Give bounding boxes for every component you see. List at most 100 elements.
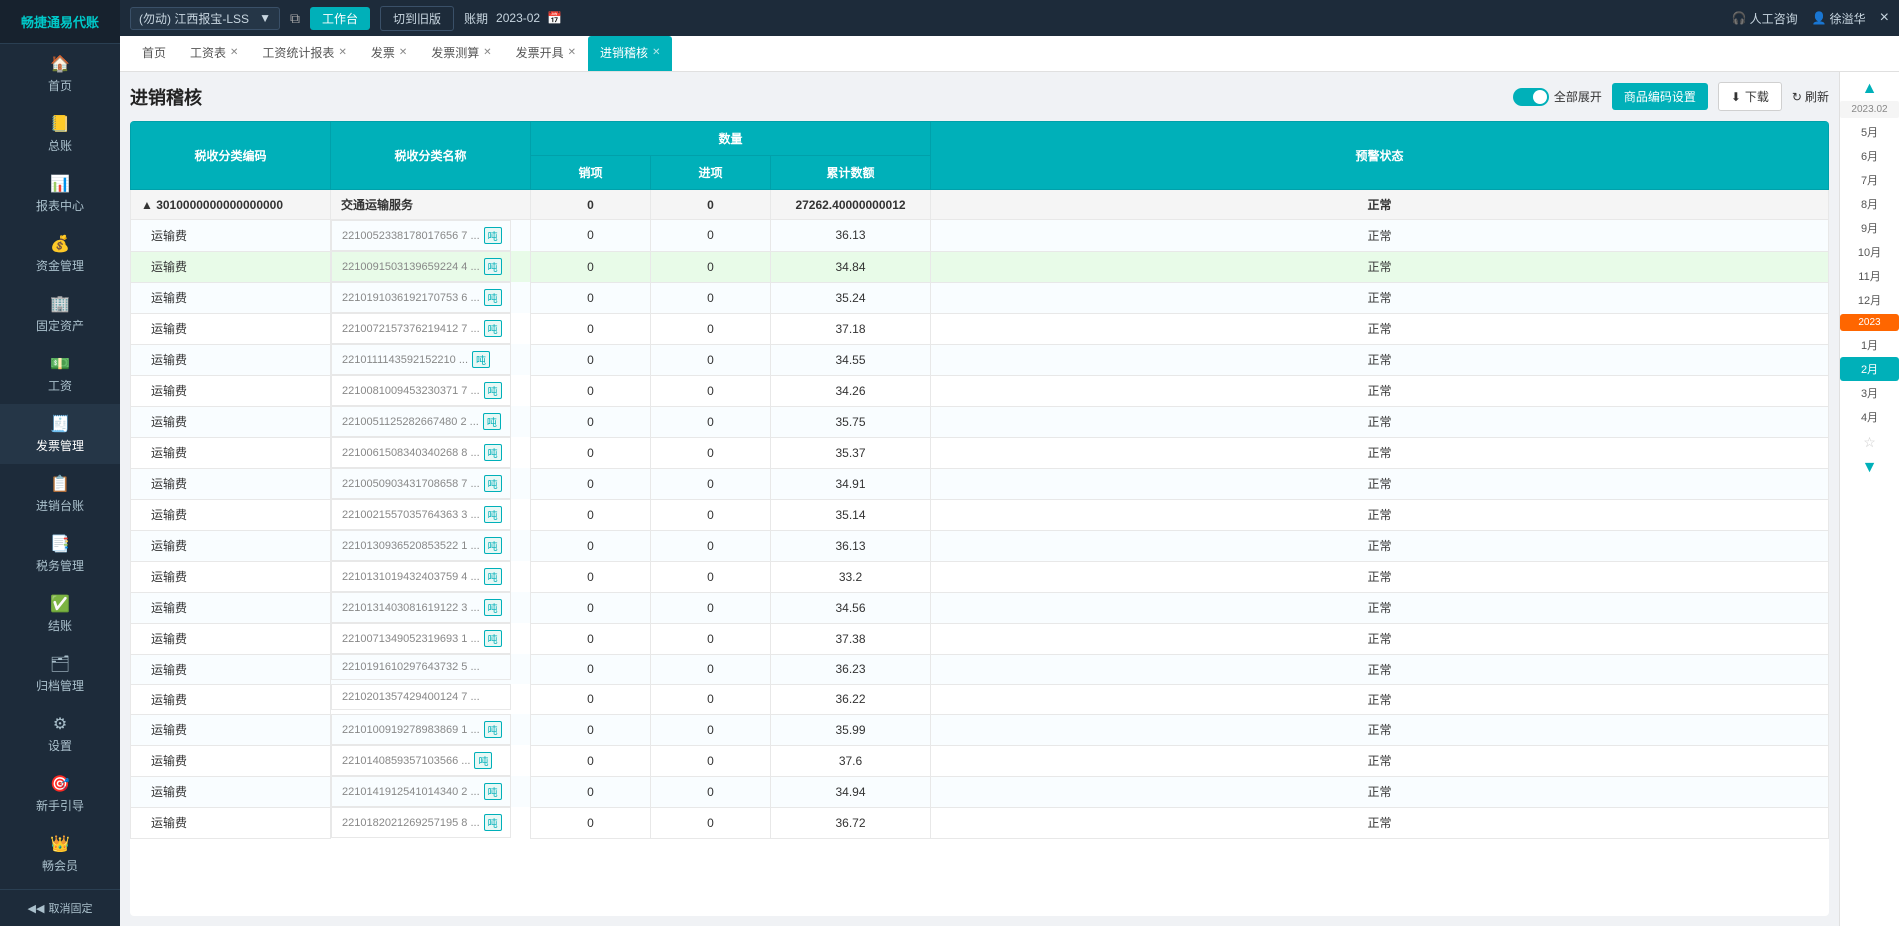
tab-salary-table[interactable]: 工资表 ✕	[178, 36, 250, 71]
calendar-down-button[interactable]: ▼	[1859, 456, 1881, 480]
table-row[interactable]: 运输费 2210051125282667480 2 ...吨 0 0 35.75…	[131, 406, 1829, 437]
tab-label: 进销稽核	[600, 44, 648, 61]
month-oct[interactable]: 10月	[1840, 240, 1899, 264]
row-invoice-code: 2210131019432403759 4 ...吨	[331, 561, 511, 592]
row-name: 运输费	[131, 745, 331, 776]
table-row[interactable]: 运输费 2210052338178017656 7 ...吨 0 0 36.13…	[131, 220, 1829, 252]
table-row[interactable]: 运输费 2210100919278983869 1 ...吨 0 0 35.99…	[131, 714, 1829, 745]
tab-close-icon[interactable]: ✕	[338, 47, 346, 58]
table-row[interactable]: 运输费 2210071349052319693 1 ...吨 0 0 37.38…	[131, 623, 1829, 654]
table-row[interactable]: 运输费 2210130936520853522 1 ...吨 0 0 36.13…	[131, 530, 1829, 561]
sidebar-item-checkout[interactable]: ✅ 结账	[0, 584, 120, 644]
sidebar-item-assets[interactable]: 🏢 固定资产	[0, 284, 120, 344]
invoice-icon: 🧾	[50, 414, 70, 434]
row-purchase: 0	[651, 251, 771, 282]
table-row[interactable]: 运输费 2210072157376219412 7 ...吨 0 0 37.18…	[131, 313, 1829, 344]
sidebar-item-archive[interactable]: 🗂 归档管理	[0, 644, 120, 704]
sidebar-item-settings[interactable]: ⚙ 设置	[0, 704, 120, 764]
sidebar-item-member[interactable]: 👑 畅会员	[0, 824, 120, 884]
month-feb-active[interactable]: 2月	[1840, 357, 1899, 381]
refresh-button[interactable]: ↻ 刷新	[1792, 88, 1829, 105]
support-button[interactable]: 🎧 人工咨询	[1732, 10, 1798, 27]
tab-close-icon[interactable]: ✕	[568, 47, 576, 58]
row-sales: 0	[531, 282, 651, 313]
month-jul[interactable]: 7月	[1840, 168, 1899, 192]
user-menu[interactable]: 👤 徐溢华	[1812, 10, 1866, 27]
row-status: 正常	[931, 654, 1829, 684]
product-code-settings-button[interactable]: 商品编码设置	[1612, 83, 1708, 110]
calendar-icon[interactable]: 📅	[547, 11, 562, 25]
tab-close-icon[interactable]: ✕	[230, 47, 238, 58]
sidebar-item-label: 报表中心	[36, 197, 84, 214]
tab-close-icon[interactable]: ✕	[652, 47, 660, 58]
month-jan[interactable]: 1月	[1840, 333, 1899, 357]
row-cumulative: 27262.40000000012	[771, 190, 931, 220]
table-row[interactable]: 运输费 2210131019432403759 4 ...吨 0 0 33.2 …	[131, 561, 1829, 592]
table-row[interactable]: 运输费 2210191610297643732 5 ... 0 0 36.23 …	[131, 654, 1829, 684]
row-sales: 0	[531, 499, 651, 530]
workbench-button[interactable]: 工作台	[310, 7, 370, 30]
row-status: 正常	[931, 776, 1829, 807]
expand-toggle[interactable]	[1513, 88, 1549, 106]
tab-label: 发票	[371, 44, 395, 61]
table-row[interactable]: 运输费 2210140859357103566 ...吨 0 0 37.6 正常	[131, 745, 1829, 776]
table-row[interactable]: 运输费 2210061508340340268 8 ...吨 0 0 35.37…	[131, 437, 1829, 468]
tab-home[interactable]: 首页	[130, 36, 178, 71]
table-row[interactable]: 运输费 2210141912541014340 2 ...吨 0 0 34.94…	[131, 776, 1829, 807]
expand-toggle-wrap: 全部展开	[1513, 88, 1602, 106]
table-row[interactable]: 运输费 2210201357429400124 7 ... 0 0 36.22 …	[131, 684, 1829, 714]
org-selector[interactable]: (勿动) 江西报宝-LSS ▼	[130, 7, 280, 30]
calendar-up-button[interactable]: ▲	[1859, 77, 1881, 101]
row-purchase: 0	[651, 499, 771, 530]
month-mar[interactable]: 3月	[1840, 381, 1899, 405]
tab-salary-stats[interactable]: 工资统计报表 ✕	[250, 36, 358, 71]
table-row[interactable]: ▲ 3010000000000000000 交通运输服务 0 0 27262.4…	[131, 190, 1829, 220]
month-apr[interactable]: 4月	[1840, 405, 1899, 429]
tab-invoice-calc[interactable]: 发票测算 ✕	[419, 36, 503, 71]
table-row[interactable]: 运输费 2210131403081619122 3 ...吨 0 0 34.56…	[131, 592, 1829, 623]
sidebar-item-finance[interactable]: 💰 资金管理	[0, 224, 120, 284]
table-row[interactable]: 运输费 2210182021269257195 8 ...吨 0 0 36.72…	[131, 807, 1829, 838]
month-sep[interactable]: 9月	[1840, 216, 1899, 240]
sidebar-item-salary[interactable]: 💵 工资	[0, 344, 120, 404]
sidebar-item-reports[interactable]: 📊 报表中心	[0, 164, 120, 224]
sidebar-item-ledger[interactable]: 📒 总账	[0, 104, 120, 164]
col-header-status: 预警状态	[931, 122, 1829, 190]
row-purchase: 0	[651, 220, 771, 252]
table-row[interactable]: 运输费 2210091503139659224 4 ...吨 0 0 34.84…	[131, 251, 1829, 282]
table-header-row: 税收分类编码 税收分类名称 数量 预警状态	[131, 122, 1829, 156]
sidebar-item-home[interactable]: 🏠 首页	[0, 44, 120, 104]
tab-close-icon[interactable]: ✕	[399, 47, 407, 58]
table-row[interactable]: 运输费 2210050903431708658 7 ...吨 0 0 34.91…	[131, 468, 1829, 499]
close-button[interactable]: ×	[1880, 9, 1889, 27]
table-row[interactable]: 运输费 2210081009453230371 7 ...吨 0 0 34.26…	[131, 375, 1829, 406]
sidebar-item-invoice[interactable]: 🧾 发票管理	[0, 404, 120, 464]
favorite-icon[interactable]: ☆	[1858, 429, 1881, 456]
sidebar-item-guide[interactable]: 🎯 新手引导	[0, 764, 120, 824]
row-status: 正常	[931, 375, 1829, 406]
table-row[interactable]: 运输费 2210191036192170753 6 ...吨 0 0 35.24…	[131, 282, 1829, 313]
row-cumulative: 36.22	[771, 684, 931, 714]
row-invoice-code: 2210052338178017656 7 ...吨	[331, 220, 511, 251]
year-label-1: 2023.02	[1840, 101, 1899, 118]
row-status: 正常	[931, 282, 1829, 313]
table-row[interactable]: 运输费 2210021557035764363 3 ...吨 0 0 35.14…	[131, 499, 1829, 530]
tab-invoice[interactable]: 发票 ✕	[359, 36, 419, 71]
tab-close-icon[interactable]: ✕	[483, 47, 491, 58]
tab-invoice-issue[interactable]: 发票开具 ✕	[504, 36, 588, 71]
sidebar-item-stock[interactable]: 📋 进销台账	[0, 464, 120, 524]
month-aug[interactable]: 8月	[1840, 192, 1899, 216]
tab-sales-check[interactable]: 进销稽核 ✕	[588, 36, 672, 71]
month-may[interactable]: 5月	[1840, 120, 1899, 144]
month-jun[interactable]: 6月	[1840, 144, 1899, 168]
table-row[interactable]: 运输费 2210111143592152210 ...吨 0 0 34.55 正…	[131, 344, 1829, 375]
month-nov[interactable]: 11月	[1840, 264, 1899, 288]
copy-icon[interactable]: ⧉	[290, 10, 300, 27]
download-button[interactable]: ⬇ 下载	[1718, 82, 1782, 111]
refresh-icon: ↻	[1792, 90, 1802, 104]
row-status: 正常	[931, 251, 1829, 282]
month-dec[interactable]: 12月	[1840, 288, 1899, 312]
switch-version-button[interactable]: 切到旧版	[380, 6, 454, 31]
unpin-button[interactable]: ◀◀ 取消固定	[0, 889, 120, 926]
sidebar-item-tax[interactable]: 📑 税务管理	[0, 524, 120, 584]
